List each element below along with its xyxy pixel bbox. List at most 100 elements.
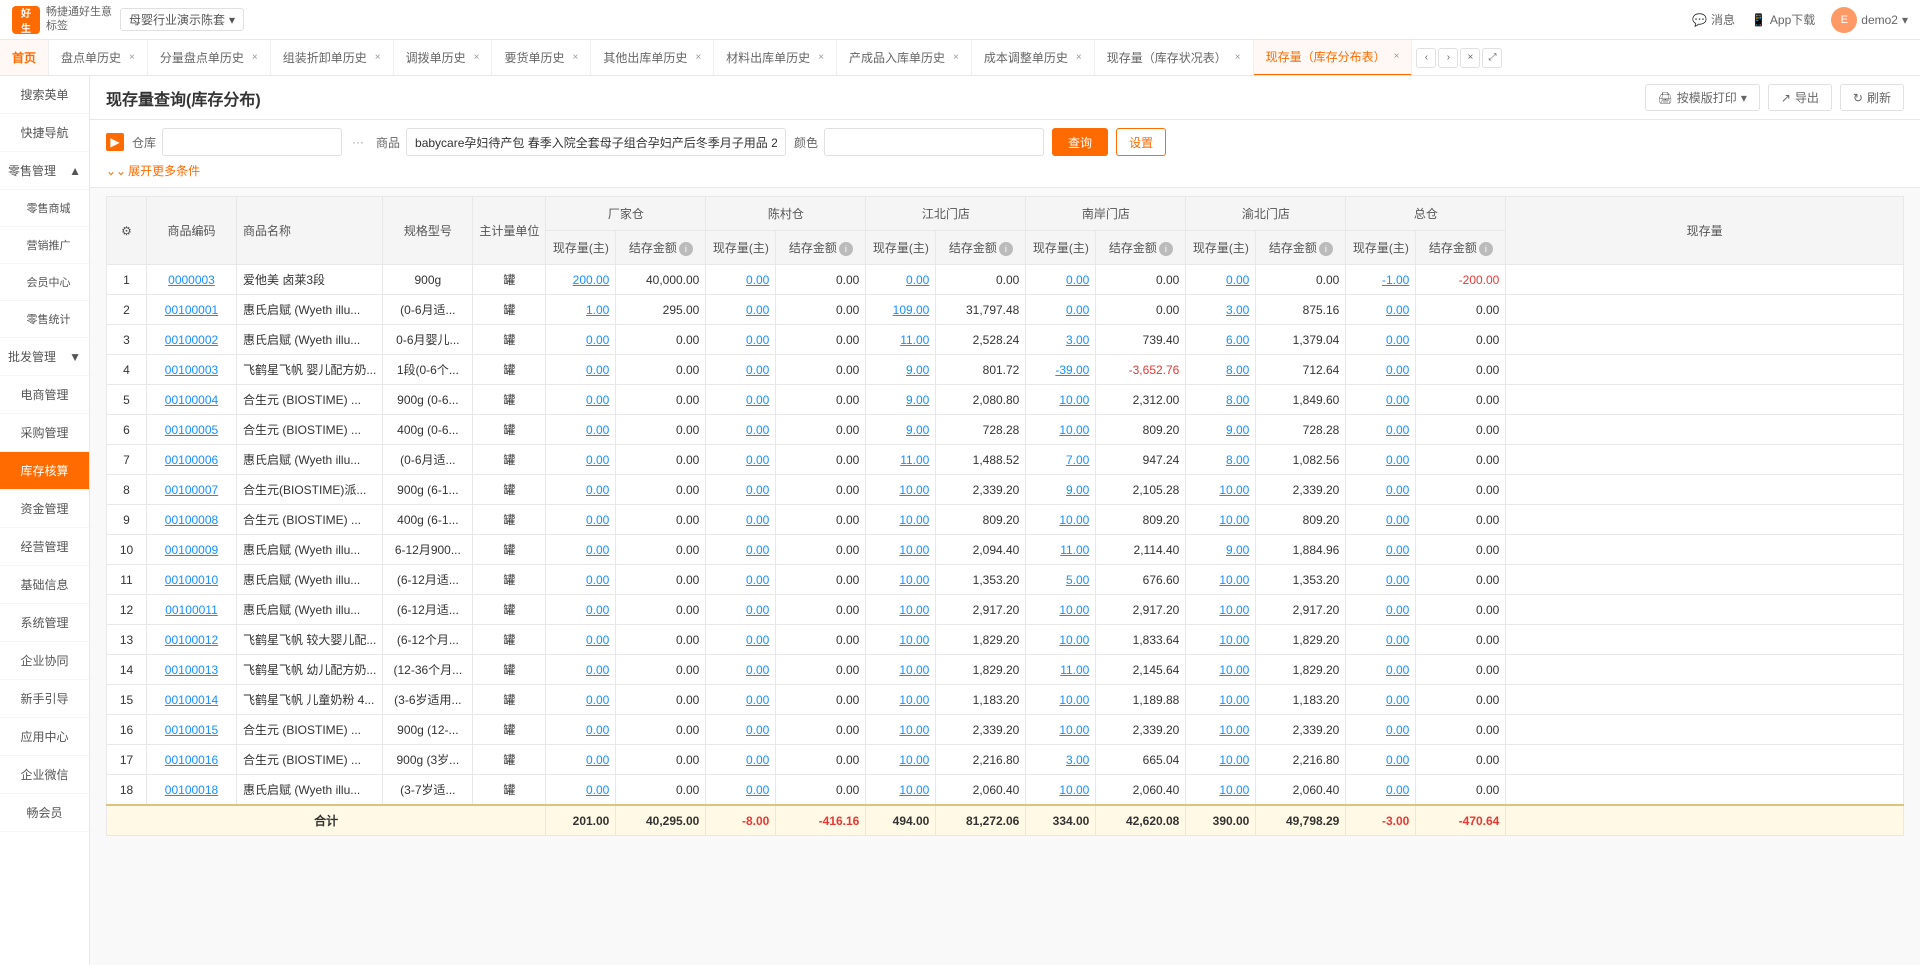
tab-other-out[interactable]: 其他出库单历史 ×: [591, 40, 714, 76]
cell-na-stock[interactable]: 10.00: [1026, 775, 1096, 806]
cell-jb-stock[interactable]: 10.00: [866, 715, 936, 745]
cell-c-stock[interactable]: 0.00: [706, 475, 776, 505]
sidebar-item-marketing[interactable]: 营销推广: [0, 227, 89, 264]
cell-code[interactable]: 00100012: [147, 625, 237, 655]
cell-yb-stock[interactable]: 10.00: [1186, 685, 1256, 715]
cell-yb-stock[interactable]: 10.00: [1186, 595, 1256, 625]
cell-na-stock[interactable]: 7.00: [1026, 445, 1096, 475]
cell-code[interactable]: 00100006: [147, 445, 237, 475]
cell-c-stock[interactable]: 0.00: [706, 625, 776, 655]
nav-expand[interactable]: ⤢: [1482, 48, 1502, 68]
cell-t-stock[interactable]: 0.00: [1346, 685, 1416, 715]
cell-na-stock[interactable]: 10.00: [1026, 415, 1096, 445]
sidebar-item-basics[interactable]: 基础信息: [0, 566, 89, 604]
cell-code[interactable]: 00100018: [147, 775, 237, 806]
sidebar-item-retail-stats[interactable]: 零售统计: [0, 301, 89, 338]
cell-f-stock[interactable]: 0.00: [546, 475, 616, 505]
sidebar-item-purchase[interactable]: 采购管理: [0, 414, 89, 452]
cell-code[interactable]: 00100005: [147, 415, 237, 445]
nav-prev[interactable]: ‹: [1416, 48, 1436, 68]
cell-na-stock[interactable]: 11.00: [1026, 655, 1096, 685]
cell-t-stock[interactable]: -1.00: [1346, 265, 1416, 295]
tab-product-in[interactable]: 产成品入库单历史 ×: [837, 40, 972, 76]
cell-code[interactable]: 00100002: [147, 325, 237, 355]
cell-jb-stock[interactable]: 10.00: [866, 625, 936, 655]
cell-c-stock[interactable]: 0.00: [706, 745, 776, 775]
app-download-btn[interactable]: 📱 App下载: [1751, 11, 1815, 28]
cell-c-stock[interactable]: 0.00: [706, 505, 776, 535]
cell-jb-stock[interactable]: 10.00: [866, 505, 936, 535]
cell-f-stock[interactable]: 0.00: [546, 355, 616, 385]
sidebar-item-guide[interactable]: 新手引导: [0, 680, 89, 718]
cell-t-stock[interactable]: 0.00: [1346, 655, 1416, 685]
cell-c-stock[interactable]: 0.00: [706, 295, 776, 325]
tab-home[interactable]: 首页: [0, 40, 49, 76]
cell-c-stock[interactable]: 0.00: [706, 565, 776, 595]
cell-code[interactable]: 00100010: [147, 565, 237, 595]
cell-yb-stock[interactable]: 8.00: [1186, 445, 1256, 475]
refresh-btn[interactable]: ↻ 刷新: [1840, 84, 1904, 111]
cell-t-stock[interactable]: 0.00: [1346, 595, 1416, 625]
close-tab-cost-adjust[interactable]: ×: [1076, 52, 1082, 63]
cell-jb-stock[interactable]: 9.00: [866, 415, 936, 445]
cell-c-stock[interactable]: 0.00: [706, 265, 776, 295]
cell-jb-stock[interactable]: 10.00: [866, 475, 936, 505]
cell-na-stock[interactable]: 10.00: [1026, 685, 1096, 715]
cell-f-stock[interactable]: 0.00: [546, 505, 616, 535]
cell-c-stock[interactable]: 0.00: [706, 775, 776, 806]
close-tab-other-out[interactable]: ×: [695, 52, 701, 63]
cell-c-stock[interactable]: 0.00: [706, 595, 776, 625]
warehouse-input[interactable]: [162, 128, 342, 156]
cell-jb-stock[interactable]: 10.00: [866, 565, 936, 595]
tab-transfer[interactable]: 调拨单历史 ×: [394, 40, 493, 76]
expand-conditions-btn[interactable]: ⌄⌄ 展开更多条件: [106, 162, 1904, 179]
cell-code[interactable]: 00100001: [147, 295, 237, 325]
cell-c-stock[interactable]: 0.00: [706, 655, 776, 685]
tab-cost-adjust[interactable]: 成本调整单历史 ×: [972, 40, 1095, 76]
cell-c-stock[interactable]: 0.00: [706, 355, 776, 385]
cell-na-stock[interactable]: -39.00: [1026, 355, 1096, 385]
cell-jb-stock[interactable]: 10.00: [866, 655, 936, 685]
sidebar-item-inventory[interactable]: 库存核算: [0, 452, 89, 490]
cell-c-stock[interactable]: 0.00: [706, 385, 776, 415]
sidebar-item-system[interactable]: 系统管理: [0, 604, 89, 642]
cell-yb-stock[interactable]: 10.00: [1186, 655, 1256, 685]
cell-yb-stock[interactable]: 3.00: [1186, 295, 1256, 325]
cell-na-stock[interactable]: 5.00: [1026, 565, 1096, 595]
industry-selector[interactable]: 母婴行业演示陈套 ▾: [120, 8, 244, 31]
print-btn[interactable]: 🖨 按模版打印 ▾: [1645, 84, 1760, 111]
cell-f-stock[interactable]: 0.00: [546, 385, 616, 415]
tab-sub-inventory[interactable]: 分量盘点单历史 ×: [148, 40, 271, 76]
cell-code[interactable]: 0000003: [147, 265, 237, 295]
cell-f-stock[interactable]: 0.00: [546, 415, 616, 445]
cell-yb-stock[interactable]: 10.00: [1186, 505, 1256, 535]
sidebar-item-member2[interactable]: 畅会员: [0, 794, 89, 832]
cell-t-stock[interactable]: 0.00: [1346, 325, 1416, 355]
tab-stock-status[interactable]: 现存量（库存状况表） ×: [1095, 40, 1254, 76]
tab-assembly[interactable]: 组装折卸单历史 ×: [271, 40, 394, 76]
sidebar-item-retail[interactable]: 零售管理 ▲: [0, 152, 89, 190]
cell-code[interactable]: 00100008: [147, 505, 237, 535]
na-amt-info-icon[interactable]: i: [1159, 242, 1173, 256]
cell-na-stock[interactable]: 11.00: [1026, 535, 1096, 565]
sidebar-item-app-center[interactable]: 应用中心: [0, 718, 89, 756]
cell-na-stock[interactable]: 10.00: [1026, 385, 1096, 415]
sidebar-item-retail-shop[interactable]: 零售商城: [0, 190, 89, 227]
cell-code[interactable]: 00100009: [147, 535, 237, 565]
close-tab-sub-inventory[interactable]: ×: [252, 52, 258, 63]
setting-btn[interactable]: 设置: [1116, 128, 1166, 156]
cell-t-stock[interactable]: 0.00: [1346, 715, 1416, 745]
cell-jb-stock[interactable]: 0.00: [866, 265, 936, 295]
sidebar-item-wechat[interactable]: 企业微信: [0, 756, 89, 794]
cell-c-stock[interactable]: 0.00: [706, 685, 776, 715]
nav-close-all[interactable]: ×: [1460, 48, 1480, 68]
cell-yb-stock[interactable]: 8.00: [1186, 385, 1256, 415]
cell-code[interactable]: 00100013: [147, 655, 237, 685]
cell-yb-stock[interactable]: 10.00: [1186, 775, 1256, 806]
cell-code[interactable]: 00100015: [147, 715, 237, 745]
sidebar-item-wholesale[interactable]: 批发管理 ▼: [0, 338, 89, 376]
goods-input[interactable]: [406, 128, 786, 156]
cell-c-stock[interactable]: 0.00: [706, 445, 776, 475]
tab-material-out[interactable]: 材料出库单历史 ×: [714, 40, 837, 76]
cell-t-stock[interactable]: 0.00: [1346, 565, 1416, 595]
